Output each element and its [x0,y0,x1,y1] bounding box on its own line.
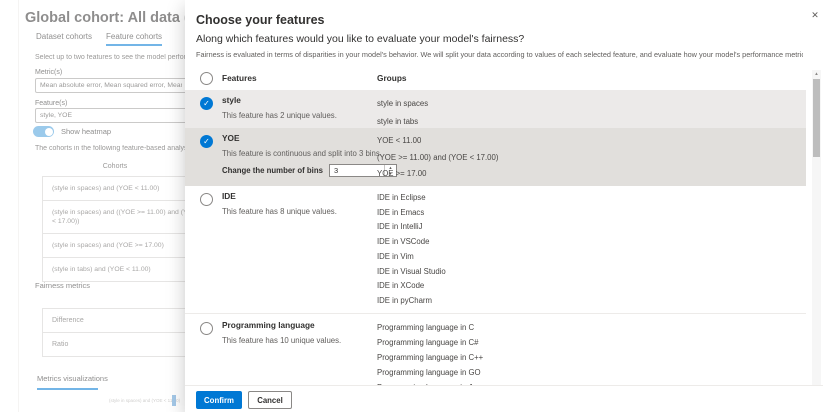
radio-unchecked-icon[interactable] [200,193,213,206]
scrollbar-thumb[interactable] [813,79,820,157]
bins-label: Change the number of bins [222,166,323,175]
app-root: Global cohort: All data (default) Datase… [0,0,823,412]
radio-checked-icon[interactable]: ✓ [200,135,213,148]
radio-unchecked-icon[interactable] [200,322,213,335]
dialog-title: Choose your features [196,13,325,27]
features-column-header: Features [222,73,257,83]
group-item: IDE in pyCharm [377,294,677,309]
feature-row-programming-language[interactable]: Programming language This feature has 10… [185,315,806,385]
radio-checked-icon[interactable]: ✓ [200,97,213,110]
group-item: YOE >= 17.00 [377,166,677,183]
group-item: IDE in IntelliJ [377,220,677,235]
feature-row-ide[interactable]: IDE This feature has 8 unique values. ID… [185,186,806,314]
feature-table-header: Features Groups [185,68,806,90]
group-item: (YOE >= 11.00) and (YOE < 17.00) [377,150,677,167]
group-item: IDE in VSCode [377,235,677,250]
close-icon[interactable]: ✕ [808,8,822,22]
cancel-button[interactable]: Cancel [248,391,292,409]
groups-cell: YOE < 11.00 (YOE >= 11.00) and (YOE < 17… [377,133,677,183]
group-item: IDE in Emacs [377,206,677,221]
feature-row-style[interactable]: ✓ style This feature has 2 unique values… [185,90,806,128]
group-item: IDE in Visual Studio [377,265,677,280]
dialog-footer: Confirm Cancel [185,385,823,412]
group-item: IDE in Vim [377,250,677,265]
scroll-up-icon[interactable]: ▲ [812,70,821,78]
group-item: Programming language in C [377,320,677,335]
group-item: Programming language in C# [377,335,677,350]
group-item: style in spaces [377,95,677,113]
vertical-scrollbar[interactable]: ▲ [812,70,821,385]
groups-cell: IDE in Eclipse IDE in Emacs IDE in Intel… [377,191,677,309]
dialog-description: Fairness is evaluated in terms of dispar… [196,50,803,59]
group-item: IDE in XCode [377,279,677,294]
group-item: YOE < 11.00 [377,133,677,150]
bins-input[interactable] [330,165,384,176]
choose-features-dialog: ✕ Choose your features Along which featu… [185,0,823,412]
dialog-subtitle: Along which features would you like to e… [196,33,524,45]
feature-row-yoe[interactable]: ✓ YOE This feature is continuous and spl… [185,128,806,186]
group-item: IDE in Eclipse [377,191,677,206]
group-item: Programming language in GO [377,365,677,380]
groups-cell: style in spaces style in tabs [377,95,677,131]
groups-column-header: Groups [377,73,407,83]
groups-cell: Programming language in C Programming la… [377,320,677,385]
radio-unchecked-icon [200,72,213,85]
confirm-button[interactable]: Confirm [196,391,242,409]
group-item: Programming language in C++ [377,350,677,365]
